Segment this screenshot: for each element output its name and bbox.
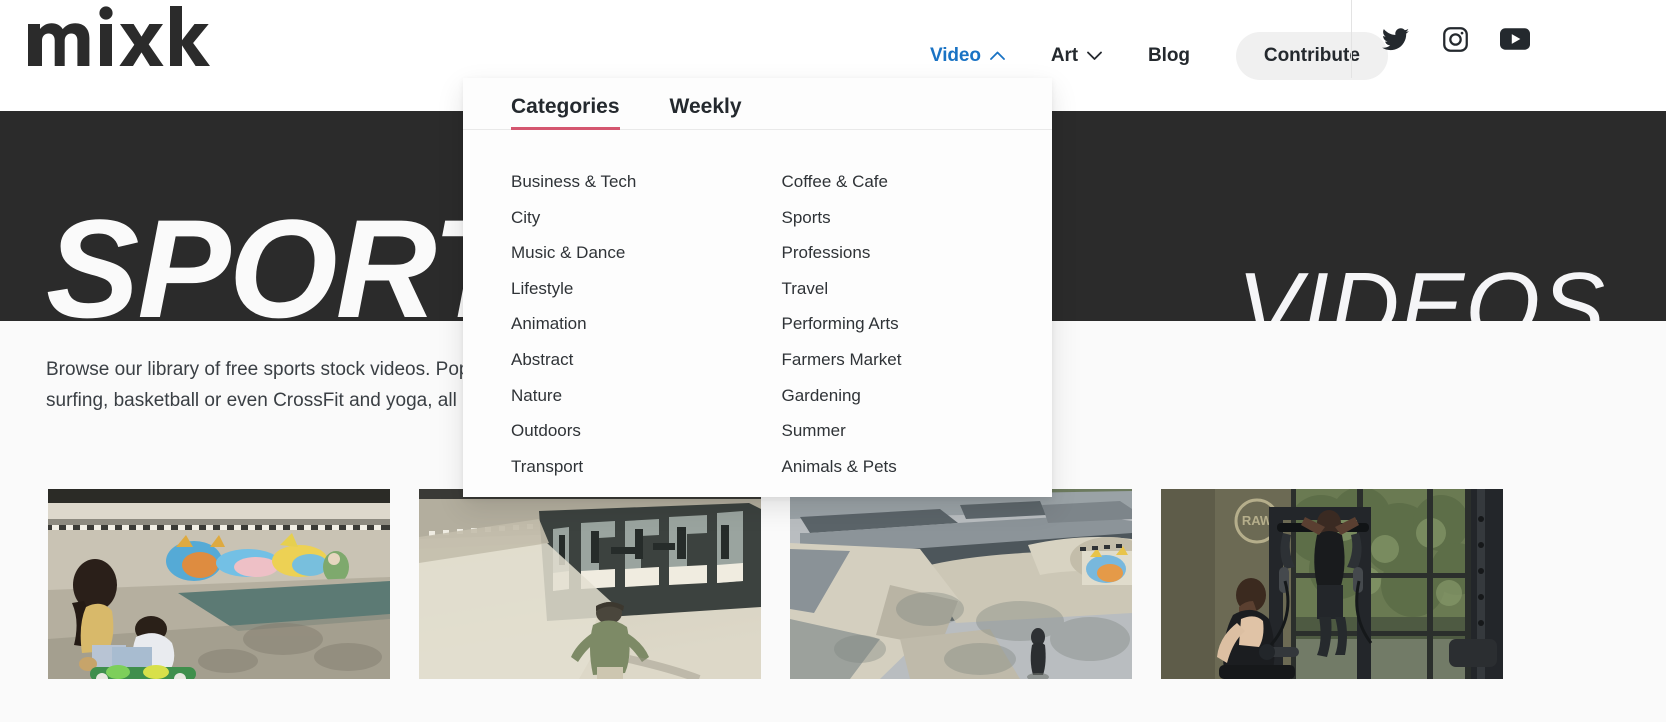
category-link-farmers-market[interactable]: Farmers Market <box>782 342 1053 378</box>
hero-title-light: VIDEOS <box>1237 253 1606 322</box>
twitter-icon[interactable] <box>1380 24 1410 54</box>
youtube-icon[interactable] <box>1500 24 1530 54</box>
dropdown-column-right: Coffee & Cafe Sports Professions Travel … <box>782 164 1053 484</box>
thumbnail-image <box>790 489 1132 679</box>
category-link-travel[interactable]: Travel <box>782 271 1053 307</box>
category-link-animation[interactable]: Animation <box>511 306 782 342</box>
video-thumbnail-card[interactable] <box>419 489 761 679</box>
chevron-down-icon <box>1087 51 1102 60</box>
nav-item-label: Art <box>1050 44 1079 66</box>
category-link-nature[interactable]: Nature <box>511 378 782 414</box>
tab-weekly[interactable]: Weekly <box>670 95 742 129</box>
category-link-animals-pets[interactable]: Animals & Pets <box>782 449 1053 485</box>
category-link-business-tech[interactable]: Business & Tech <box>511 164 782 200</box>
thumbnail-image <box>419 489 761 679</box>
nav-item-label: Blog <box>1148 44 1190 66</box>
instagram-icon[interactable] <box>1440 24 1470 54</box>
svg-text:RAW: RAW <box>1242 513 1273 528</box>
category-link-professions[interactable]: Professions <box>782 235 1053 271</box>
video-mega-dropdown: Categories Weekly Business & Tech City M… <box>463 78 1052 497</box>
video-thumbnail-grid: RAW RAW <box>48 489 1503 679</box>
video-thumbnail-card[interactable] <box>790 489 1132 679</box>
category-link-city[interactable]: City <box>511 200 782 236</box>
dropdown-column-left: Business & Tech City Music & Dance Lifes… <box>511 164 782 484</box>
video-thumbnail-card[interactable]: RAW RAW <box>1161 489 1503 679</box>
dropdown-columns: Business & Tech City Music & Dance Lifes… <box>463 130 1052 484</box>
thumbnail-image <box>48 489 390 679</box>
category-link-outdoors[interactable]: Outdoors <box>511 413 782 449</box>
nav-item-blog[interactable]: Blog <box>1148 35 1190 77</box>
category-link-music-dance[interactable]: Music & Dance <box>511 235 782 271</box>
tab-categories[interactable]: Categories <box>511 95 620 130</box>
category-link-coffee-cafe[interactable]: Coffee & Cafe <box>782 164 1053 200</box>
nav-item-video[interactable]: Video <box>930 35 1005 77</box>
category-link-abstract[interactable]: Abstract <box>511 342 782 378</box>
category-link-sports[interactable]: Sports <box>782 200 1053 236</box>
header-divider <box>1351 0 1352 78</box>
category-link-performing-arts[interactable]: Performing Arts <box>782 306 1053 342</box>
social-links <box>1380 0 1530 78</box>
category-link-summer[interactable]: Summer <box>782 413 1053 449</box>
contribute-button[interactable]: Contribute <box>1235 31 1388 80</box>
thumbnail-image: RAW RAW <box>1161 489 1503 679</box>
mixkit-logo[interactable] <box>20 4 220 70</box>
chevron-up-icon <box>989 51 1005 60</box>
video-thumbnail-card[interactable] <box>48 489 390 679</box>
page-root: Video Art Blog Contribute SPORTS VIDEOS … <box>0 0 1666 722</box>
category-link-lifestyle[interactable]: Lifestyle <box>511 271 782 307</box>
dropdown-tabs: Categories Weekly <box>463 78 1052 130</box>
category-link-gardening[interactable]: Gardening <box>782 378 1053 414</box>
nav-item-label: Video <box>930 44 981 66</box>
category-link-transport[interactable]: Transport <box>511 449 782 485</box>
nav-item-art[interactable]: Art <box>1051 35 1102 77</box>
